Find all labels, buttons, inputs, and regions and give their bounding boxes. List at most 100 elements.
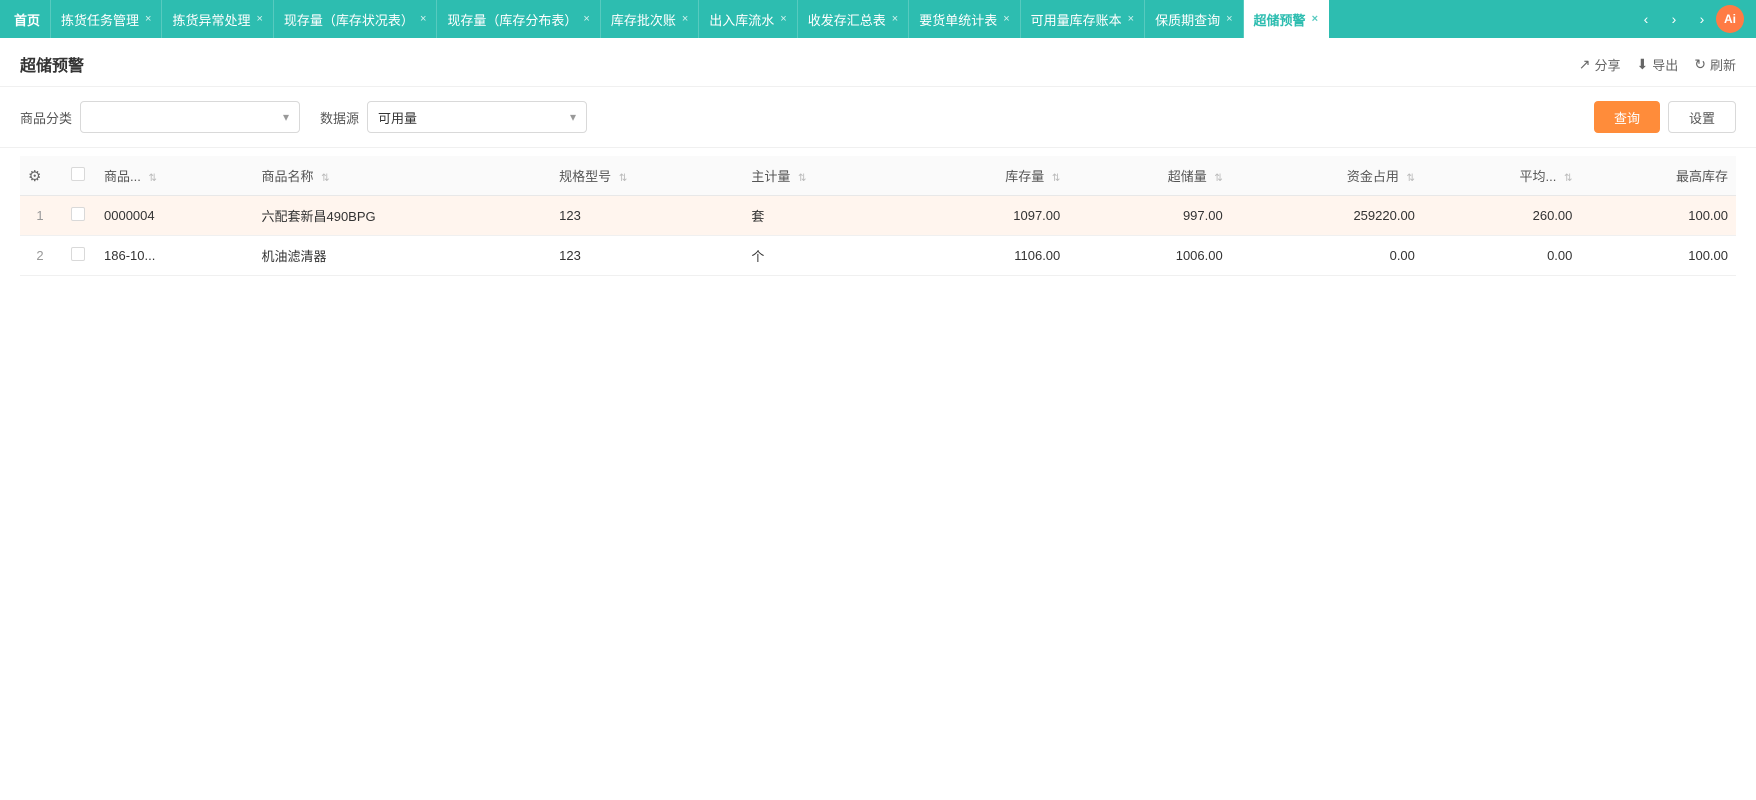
tab-label-0: 拣货任务管理	[61, 10, 139, 29]
header-capital-label: 资金占用	[1347, 169, 1399, 184]
sort-unit-icon: ⇅	[798, 173, 806, 184]
tab-label-6: 收发存汇总表	[808, 10, 886, 29]
tab-label-1: 拣货异常处理	[172, 10, 250, 29]
refresh-icon: ↻	[1694, 56, 1706, 73]
header-avg-label: 平均...	[1520, 169, 1557, 184]
settings-button[interactable]: 设置	[1668, 101, 1736, 133]
title-actions: ↗ 分享 ⬇ 导出 ↻ 刷新	[1579, 55, 1736, 74]
row-product-name: 机油滤清器	[253, 236, 551, 276]
nav-arrow-more[interactable]: ›	[1688, 0, 1716, 38]
share-button[interactable]: ↗ 分享	[1579, 55, 1621, 74]
export-label: 导出	[1652, 55, 1678, 74]
page-title: 超储预警	[20, 52, 84, 76]
sort-capital-icon: ⇅	[1407, 173, 1415, 184]
row-avg: 0.00	[1423, 236, 1580, 276]
sort-stock-icon: ⇅	[1052, 173, 1060, 184]
table-wrapper: ⚙ 商品... ⇅ 商品名称 ⇅ 规格型号 ⇅	[0, 156, 1756, 276]
datasource-filter-group: 数据源 可用量 ▾	[320, 101, 587, 133]
header-max-stock-label: 最高库存	[1676, 169, 1728, 184]
table-header-row: ⚙ 商品... ⇅ 商品名称 ⇅ 规格型号 ⇅	[20, 156, 1736, 196]
header-max-stock[interactable]: 最高库存	[1580, 156, 1736, 196]
row-checkbox-cell	[60, 236, 96, 276]
nav-tab-0[interactable]: 拣货任务管理 ×	[51, 0, 162, 38]
row-product-code: 0000004	[96, 196, 253, 236]
row-checkbox[interactable]	[71, 207, 85, 221]
nav-tab-10[interactable]: 超储预警 ×	[1244, 0, 1329, 38]
tab-close-3[interactable]: ×	[583, 13, 589, 25]
export-button[interactable]: ⬇ 导出	[1637, 55, 1679, 74]
tab-close-10[interactable]: ×	[1312, 13, 1318, 25]
nav-tab-9[interactable]: 保质期查询 ×	[1145, 0, 1243, 38]
sort-avg-icon: ⇅	[1564, 173, 1572, 184]
tab-label-8: 可用量库存账本	[1031, 10, 1122, 29]
datasource-dropdown-icon: ▾	[570, 110, 576, 124]
category-filter-label: 商品分类	[20, 108, 72, 127]
tab-close-5[interactable]: ×	[780, 13, 786, 25]
row-product-code: 186-10...	[96, 236, 253, 276]
table-row: 1 0000004 六配套新昌490BPG 123 套 1097.00 997.…	[20, 196, 1736, 236]
header-spec-label: 规格型号	[559, 169, 611, 184]
row-stock: 1097.00	[906, 196, 1068, 236]
query-button[interactable]: 查询	[1594, 101, 1660, 133]
data-table: ⚙ 商品... ⇅ 商品名称 ⇅ 规格型号 ⇅	[20, 156, 1736, 276]
header-product-name-label: 商品名称	[261, 169, 313, 184]
sort-over-stock-icon: ⇅	[1214, 173, 1222, 184]
tab-close-8[interactable]: ×	[1128, 13, 1134, 25]
tab-close-6[interactable]: ×	[892, 13, 898, 25]
nav-tab-1[interactable]: 拣货异常处理 ×	[162, 0, 273, 38]
main-content: 超储预警 ↗ 分享 ⬇ 导出 ↻ 刷新 商品分类 ▾ 数据源	[0, 38, 1756, 800]
tab-close-0[interactable]: ×	[145, 13, 151, 25]
category-filter-group: 商品分类 ▾	[20, 101, 300, 133]
tab-close-9[interactable]: ×	[1226, 13, 1232, 25]
header-unit[interactable]: 主计量 ⇅	[743, 156, 905, 196]
row-capital: 0.00	[1231, 236, 1423, 276]
nav-tab-7[interactable]: 要货单统计表 ×	[909, 0, 1020, 38]
tab-label-10: 超储预警	[1254, 10, 1306, 29]
sort-product-code-icon: ⇅	[148, 173, 156, 184]
filter-actions: 查询 设置	[1594, 101, 1736, 133]
nav-home[interactable]: 首页	[4, 0, 51, 38]
row-checkbox[interactable]	[71, 247, 85, 261]
select-all-checkbox[interactable]	[71, 167, 85, 181]
sort-spec-icon: ⇅	[619, 173, 627, 184]
nav-arrow-right[interactable]: ›	[1660, 0, 1688, 38]
row-avg: 260.00	[1423, 196, 1580, 236]
tab-close-7[interactable]: ×	[1003, 13, 1009, 25]
row-index: 1	[20, 196, 60, 236]
user-avatar[interactable]: Ai	[1716, 5, 1744, 33]
header-unit-label: 主计量	[751, 169, 790, 184]
gear-icon[interactable]: ⚙	[28, 167, 41, 185]
tab-close-2[interactable]: ×	[420, 13, 426, 25]
sort-product-name-icon: ⇅	[321, 173, 329, 184]
header-product-code[interactable]: 商品... ⇅	[96, 156, 253, 196]
page-title-bar: 超储预警 ↗ 分享 ⬇ 导出 ↻ 刷新	[0, 38, 1756, 87]
tab-close-4[interactable]: ×	[682, 13, 688, 25]
header-spec[interactable]: 规格型号 ⇅	[551, 156, 743, 196]
header-over-stock[interactable]: 超储量 ⇅	[1068, 156, 1230, 196]
header-over-stock-label: 超储量	[1168, 169, 1207, 184]
datasource-select[interactable]: 可用量 ▾	[367, 101, 587, 133]
tab-label-2: 现存量（库存状况表）	[284, 10, 414, 29]
nav-tab-4[interactable]: 库存批次账 ×	[601, 0, 699, 38]
row-spec: 123	[551, 236, 743, 276]
nav-arrow-left[interactable]: ‹	[1632, 0, 1660, 38]
header-stock-label: 库存量	[1005, 169, 1044, 184]
tab-label-9: 保质期查询	[1155, 10, 1220, 29]
tab-label-4: 库存批次账	[611, 10, 676, 29]
header-product-name[interactable]: 商品名称 ⇅	[253, 156, 551, 196]
nav-tab-8[interactable]: 可用量库存账本 ×	[1021, 0, 1145, 38]
share-label: 分享	[1594, 55, 1620, 74]
refresh-button[interactable]: ↻ 刷新	[1694, 55, 1736, 74]
tab-close-1[interactable]: ×	[256, 13, 262, 25]
nav-tab-2[interactable]: 现存量（库存状况表） ×	[274, 0, 437, 38]
header-capital[interactable]: 资金占用 ⇅	[1231, 156, 1423, 196]
nav-tab-5[interactable]: 出入库流水 ×	[699, 0, 797, 38]
row-spec: 123	[551, 196, 743, 236]
row-stock: 1106.00	[906, 236, 1068, 276]
header-stock[interactable]: 库存量 ⇅	[906, 156, 1068, 196]
category-select[interactable]: ▾	[80, 101, 300, 133]
nav-tab-3[interactable]: 现存量（库存分布表） ×	[437, 0, 600, 38]
nav-tab-6[interactable]: 收发存汇总表 ×	[798, 0, 909, 38]
header-avg[interactable]: 平均... ⇅	[1423, 156, 1580, 196]
category-dropdown-icon: ▾	[283, 110, 289, 124]
